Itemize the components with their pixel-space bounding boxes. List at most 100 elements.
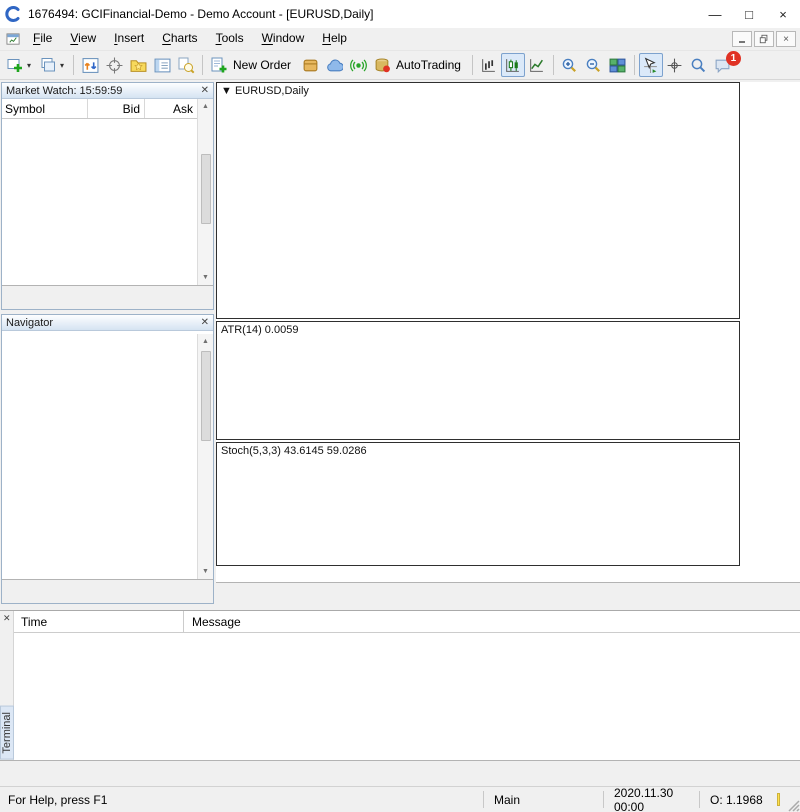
navigator-tabbar — [2, 579, 213, 603]
main-area: Market Watch: 15:59:59 ✕ Symbol Bid Ask ▲ … — [0, 80, 800, 604]
child-minimize-button[interactable] — [732, 31, 752, 47]
menu-view[interactable]: View — [61, 28, 105, 50]
toolbar: ▾ ▾ New Order AutoTrading 1 — [0, 50, 800, 80]
navigator-scrollbar[interactable]: ▲ ▼ — [197, 334, 213, 579]
symbol-column-header[interactable]: Symbol — [2, 99, 88, 118]
atr-chart[interactable]: ATR(14) 0.0059 — [216, 321, 740, 440]
broadcast-button[interactable] — [346, 53, 370, 77]
stochastic-indicator-window: Stoch(5,3,3) 43.6145 59.0286 — [216, 442, 800, 566]
menu-insert[interactable]: Insert — [105, 28, 153, 50]
scroll-up-icon[interactable]: ▲ — [202, 99, 209, 114]
navigator-tree: ▲ ▼ — [2, 331, 213, 579]
terminal-close-icon[interactable]: ✕ — [3, 613, 11, 624]
terminal-caption: Terminal — [0, 706, 14, 760]
status-quote-open: O: 1.1968 — [699, 791, 777, 808]
market-watch-tabbar — [2, 285, 213, 309]
chart-window-icon[interactable] — [2, 32, 24, 47]
minimize-button[interactable]: — — [698, 0, 732, 28]
strategy-tester-button[interactable] — [174, 53, 198, 77]
market-watch-scrollbar[interactable]: ▲ ▼ — [197, 99, 213, 285]
market-watch-button[interactable] — [78, 53, 102, 77]
bar-chart-button[interactable] — [477, 53, 501, 77]
new-chart-button[interactable] — [3, 53, 27, 77]
cursor-button[interactable] — [638, 53, 663, 77]
status-help-text: For Help, press F1 — [8, 792, 108, 807]
terminal-side-strip: ✕ Terminal — [0, 611, 14, 760]
menu-tools[interactable]: Tools — [207, 28, 253, 50]
child-restore-button[interactable] — [754, 31, 774, 47]
resize-grip-icon[interactable] — [784, 796, 800, 812]
navigator-close-icon[interactable]: ✕ — [201, 317, 209, 328]
atr-scale — [740, 321, 800, 440]
stochastic-label: Stoch(5,3,3) 43.6145 59.0286 — [221, 445, 367, 457]
market-watch-table: Symbol Bid Ask ▲ ▼ — [2, 99, 213, 285]
message-column-header[interactable]: Message — [184, 615, 241, 629]
chart-column: ▼ EURUSD,Daily ATR(14) 0.0059 Stoch(5,3,… — [216, 82, 800, 604]
status-bar-time: 2020.11.30 00:00 — [603, 786, 699, 812]
zoom-out-button[interactable] — [582, 53, 606, 77]
left-column: Market Watch: 15:59:59 ✕ Symbol Bid Ask ▲ … — [1, 82, 214, 604]
menu-charts[interactable]: Charts — [153, 28, 206, 50]
menu-window[interactable]: Window — [253, 28, 314, 50]
menu-help[interactable]: Help — [313, 28, 356, 50]
window-title: 1676494: GCIFinancial-Demo - Demo Accoun… — [28, 7, 374, 21]
terminal-log-header: Time Message — [14, 611, 800, 633]
maximize-button[interactable]: □ — [732, 0, 766, 28]
price-scale — [740, 82, 800, 319]
stochastic-chart[interactable]: Stoch(5,3,3) 43.6145 59.0286 — [216, 442, 740, 566]
scroll-down-icon[interactable]: ▼ — [202, 270, 209, 285]
market-watch-panel: Market Watch: 15:59:59 ✕ Symbol Bid Ask ▲ … — [1, 82, 214, 310]
scroll-down-icon[interactable]: ▼ — [202, 564, 209, 579]
menu-file[interactable]: File — [24, 28, 61, 50]
profiles-button[interactable] — [36, 53, 60, 77]
chart-tabbar — [216, 582, 800, 604]
atr-indicator-window: ATR(14) 0.0059 — [216, 321, 800, 440]
new-chart-dropdown-icon[interactable]: ▾ — [27, 61, 36, 70]
navigator-title: Navigator — [6, 316, 54, 329]
bid-column-header[interactable]: Bid — [88, 99, 145, 118]
scroll-thumb[interactable] — [200, 351, 211, 441]
menu-bar: File View Insert Charts Tools Window Help × — [0, 28, 800, 50]
new-order-button[interactable]: New Order — [231, 58, 298, 72]
navigator-header: Navigator ✕ — [2, 315, 213, 331]
navigator-button[interactable] — [126, 53, 150, 77]
profiles-dropdown-icon[interactable]: ▾ — [60, 61, 69, 70]
crosshair-button[interactable] — [663, 53, 687, 77]
status-account: Main — [483, 791, 603, 808]
terminal-log: Time Message — [14, 611, 800, 760]
new-order-icon[interactable] — [207, 53, 231, 77]
scroll-thumb[interactable] — [200, 154, 211, 224]
candlestick-chart[interactable]: ▼ EURUSD,Daily — [216, 82, 740, 319]
ask-column-header[interactable]: Ask — [145, 99, 197, 118]
date-axis[interactable] — [216, 566, 800, 582]
search-button[interactable] — [687, 53, 711, 77]
main-chart-window: ▼ EURUSD,Daily — [216, 82, 800, 319]
scroll-up-icon[interactable]: ▲ — [202, 334, 209, 349]
app-logo-icon — [0, 5, 26, 23]
market-watch-column-headers: Symbol Bid Ask — [2, 99, 197, 119]
status-indicator — [777, 793, 780, 806]
atr-label: ATR(14) 0.0059 — [221, 324, 299, 336]
candlestick-chart-button[interactable] — [500, 53, 525, 77]
child-close-button[interactable]: × — [776, 31, 796, 47]
zoom-in-button[interactable] — [558, 53, 582, 77]
stochastic-scale — [740, 442, 800, 566]
terminal-panel-button[interactable] — [150, 53, 174, 77]
cloud-button[interactable] — [322, 53, 346, 77]
notifications-button[interactable]: 1 — [711, 51, 741, 77]
close-button[interactable]: × — [766, 0, 800, 28]
terminal-tabbar — [0, 760, 800, 786]
menu-items: File View Insert Charts Tools Window Help — [24, 28, 356, 50]
market-watch-header: Market Watch: 15:59:59 ✕ — [2, 83, 213, 99]
chart-symbol-label[interactable]: ▼ EURUSD,Daily — [221, 85, 309, 97]
terminal-panel: ✕ Terminal Time Message — [0, 610, 800, 760]
tile-windows-button[interactable] — [606, 53, 630, 77]
autotrading-icon[interactable] — [370, 53, 394, 77]
market-watch-close-icon[interactable]: ✕ — [201, 85, 209, 96]
data-window-button[interactable] — [102, 53, 126, 77]
autotrading-button[interactable]: AutoTrading — [394, 58, 468, 72]
status-bar: For Help, press F1 Main 2020.11.30 00:00… — [0, 786, 800, 812]
line-chart-button[interactable] — [525, 53, 549, 77]
time-column-header[interactable]: Time — [14, 611, 184, 632]
metaeditor-button[interactable] — [298, 53, 322, 77]
